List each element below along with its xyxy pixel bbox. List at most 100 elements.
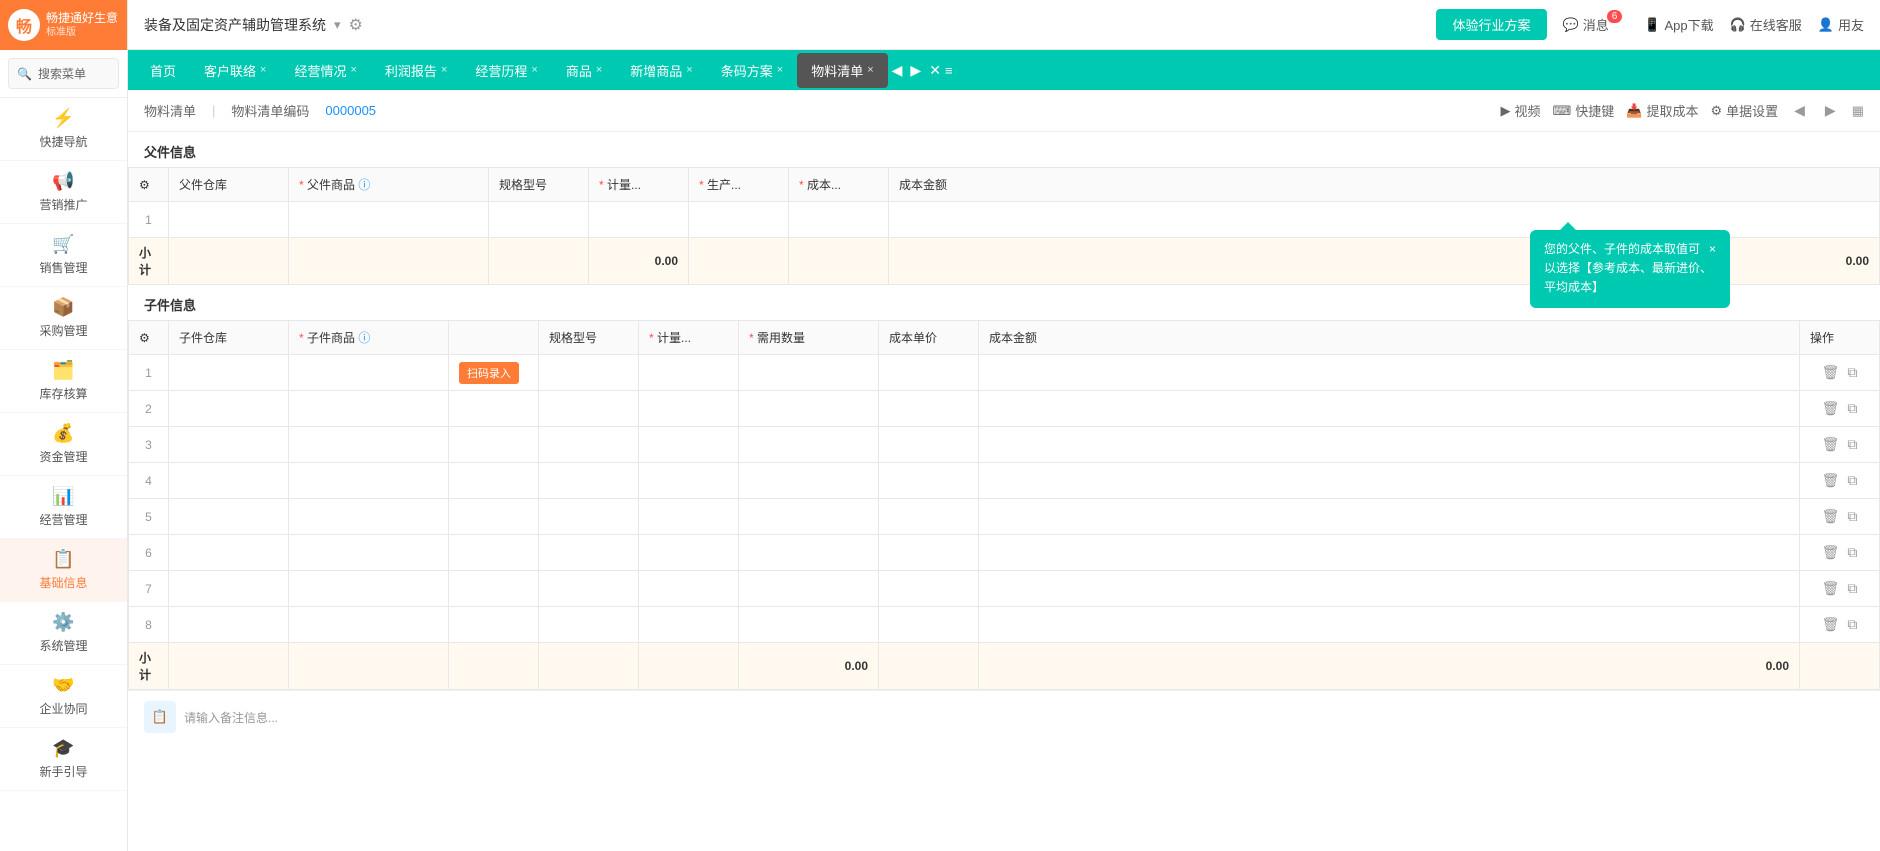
toolbar-cost[interactable]: 📥 提取成本 (1626, 101, 1698, 120)
child-row-5-spec[interactable] (539, 499, 639, 535)
copy-icon-2[interactable]: ⧉ (1847, 400, 1857, 417)
child-row-5-product[interactable] (289, 499, 449, 535)
child-row-5-qty-needed[interactable] (739, 499, 879, 535)
child-row-2-product[interactable] (289, 391, 449, 427)
child-row-8-warehouse[interactable] (169, 607, 289, 643)
child-row-4-warehouse[interactable] (169, 463, 289, 499)
user-button[interactable]: 👤 用友 (1818, 15, 1864, 34)
child-row-7-qty-needed[interactable] (739, 571, 879, 607)
dropdown-arrow-icon[interactable]: ▾ (334, 17, 341, 33)
delete-icon-5[interactable]: 🗑 (1822, 508, 1840, 525)
child-row-8-qty-unit[interactable] (639, 607, 739, 643)
tab-new-goods-close[interactable]: × (686, 64, 692, 76)
tab-barcode-close[interactable]: × (777, 64, 783, 76)
tab-operation-close[interactable]: × (350, 64, 356, 76)
tab-goods[interactable]: 商品 × (552, 53, 616, 88)
child-row-2-qty-needed[interactable] (739, 391, 879, 427)
child-row-7-warehouse[interactable] (169, 571, 289, 607)
toolbar-prev[interactable]: ◀ (1790, 100, 1809, 121)
parent-row-1-produce[interactable] (689, 202, 789, 238)
child-col-settings-icon[interactable]: ⚙ (139, 331, 150, 345)
toolbar-grid-icon[interactable]: ▦ (1852, 103, 1864, 119)
messages-button[interactable]: 💬 消息 6 (1563, 15, 1629, 34)
sidebar-item-5[interactable]: 💰资金管理 (0, 413, 127, 476)
tab-scroll-right[interactable]: ▶ (906, 60, 925, 81)
app-download-button[interactable]: 📱 App下载 (1644, 15, 1713, 34)
copy-icon-5[interactable]: ⧉ (1847, 508, 1857, 525)
delete-icon-6[interactable]: 🗑 (1822, 544, 1840, 561)
child-row-3-qty-needed[interactable] (739, 427, 879, 463)
sidebar-item-7[interactable]: 📋基础信息 (0, 539, 127, 602)
tab-history-close[interactable]: × (531, 64, 537, 76)
child-row-5-warehouse[interactable] (169, 499, 289, 535)
delete-icon-1[interactable]: 🗑 (1822, 364, 1840, 381)
child-row-3-spec[interactable] (539, 427, 639, 463)
tab-goods-close[interactable]: × (596, 64, 602, 76)
child-row-3-cost-amount[interactable] (979, 427, 1800, 463)
sidebar-item-10[interactable]: 🎓新手引导 (0, 728, 127, 791)
parent-row-1-cost[interactable] (789, 202, 889, 238)
sidebar-item-2[interactable]: 🛒销售管理 (0, 224, 127, 287)
child-row-1-warehouse[interactable] (169, 355, 289, 391)
child-row-8-qty-needed[interactable] (739, 607, 879, 643)
child-row-5-cost-amount[interactable] (979, 499, 1800, 535)
child-row-6-product[interactable] (289, 535, 449, 571)
toolbar-view[interactable]: ▶ 视频 (1500, 101, 1540, 120)
delete-icon-2[interactable]: 🗑 (1822, 400, 1840, 417)
tab-barcode[interactable]: 条码方案 × (707, 53, 797, 88)
delete-icon-7[interactable]: 🗑 (1822, 580, 1840, 597)
child-row-1-spec[interactable] (539, 355, 639, 391)
child-row-5-unit-cost[interactable] (879, 499, 979, 535)
tab-close-all[interactable]: ✕ (929, 62, 941, 79)
tab-home[interactable]: 首页 (136, 53, 190, 88)
tab-history[interactable]: 经营历程 × (461, 53, 551, 88)
child-row-6-unit-cost[interactable] (879, 535, 979, 571)
tab-scroll-left[interactable]: ◀ (888, 60, 907, 81)
child-row-4-product[interactable] (289, 463, 449, 499)
child-row-8-spec[interactable] (539, 607, 639, 643)
child-row-6-warehouse[interactable] (169, 535, 289, 571)
child-row-3-warehouse[interactable] (169, 427, 289, 463)
child-row-2-spec[interactable] (539, 391, 639, 427)
tab-bom[interactable]: 物料清单 × (797, 53, 887, 88)
child-row-3-qty-unit[interactable] (639, 427, 739, 463)
child-row-3-unit-cost[interactable] (879, 427, 979, 463)
child-row-4-unit-cost[interactable] (879, 463, 979, 499)
online-service-button[interactable]: 🎧 在线客服 (1730, 15, 1802, 34)
sidebar-search[interactable]: 🔍 搜索菜单 (0, 50, 127, 98)
delete-icon-8[interactable]: 🗑 (1822, 616, 1840, 633)
child-row-2-warehouse[interactable] (169, 391, 289, 427)
child-row-2-unit-cost[interactable] (879, 391, 979, 427)
parent-row-1-qty[interactable] (589, 202, 689, 238)
sidebar-item-9[interactable]: 🤝企业协同 (0, 665, 127, 728)
copy-icon-3[interactable]: ⧉ (1847, 436, 1857, 453)
tab-profit[interactable]: 利润报告 × (371, 53, 461, 88)
search-menu-button[interactable]: 🔍 搜索菜单 (8, 58, 119, 89)
child-row-4-cost-amount[interactable] (979, 463, 1800, 499)
child-row-1-unit-cost[interactable] (879, 355, 979, 391)
trial-button[interactable]: 体验行业方案 (1436, 9, 1546, 40)
copy-icon-4[interactable]: ⧉ (1847, 472, 1857, 489)
tab-customer[interactable]: 客户联络 × (190, 53, 280, 88)
tab-menu-icon[interactable]: ≡ (945, 63, 953, 78)
child-row-6-qty-unit[interactable] (639, 535, 739, 571)
tab-new-goods[interactable]: 新增商品 × (616, 53, 706, 88)
child-row-8-unit-cost[interactable] (879, 607, 979, 643)
child-row-7-unit-cost[interactable] (879, 571, 979, 607)
sidebar-item-6[interactable]: 📊经营管理 (0, 476, 127, 539)
tab-profit-close[interactable]: × (441, 64, 447, 76)
copy-icon-8[interactable]: ⧉ (1847, 616, 1857, 633)
toolbar-settings[interactable]: ⚙ 单据设置 (1710, 101, 1778, 120)
tab-customer-close[interactable]: × (260, 64, 266, 76)
copy-icon-6[interactable]: ⧉ (1847, 544, 1857, 561)
child-row-8-product[interactable] (289, 607, 449, 643)
child-row-7-product[interactable] (289, 571, 449, 607)
child-row-8-cost-amount[interactable] (979, 607, 1800, 643)
column-settings-icon[interactable]: ⚙ (139, 178, 150, 192)
settings-header-icon[interactable]: ⚙ (349, 15, 363, 35)
child-row-1-qty-needed[interactable] (739, 355, 879, 391)
parent-row-1-cost-amount[interactable] (889, 202, 1880, 238)
child-row-6-qty-needed[interactable] (739, 535, 879, 571)
tab-operation[interactable]: 经营情况 × (280, 53, 370, 88)
child-row-6-spec[interactable] (539, 535, 639, 571)
